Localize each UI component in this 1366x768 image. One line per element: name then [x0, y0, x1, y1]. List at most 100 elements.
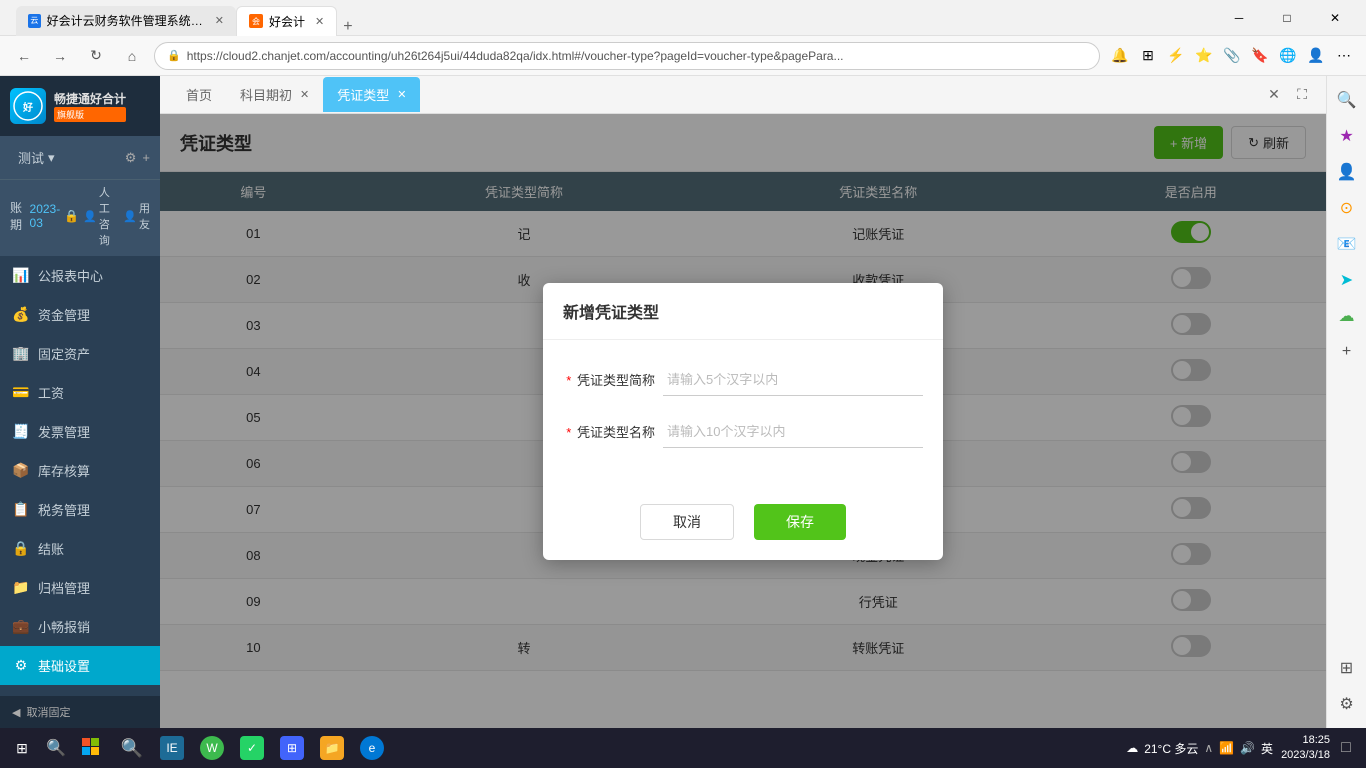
sidebar-label-expense: 小畅报销 [38, 617, 90, 636]
sidebar-item-tax[interactable]: 📋 税务管理 [0, 490, 160, 529]
taskbar-search-button[interactable]: 🔍 [40, 732, 72, 764]
support-button[interactable]: 👤 人工咨询 [83, 184, 117, 248]
close-button[interactable]: ✕ [1312, 3, 1358, 33]
page-tab-nav: 首页 科目期初 ✕ 凭证类型 ✕ ✕ ⛶ [160, 76, 1326, 114]
modal-footer: 取消 保存 [543, 492, 943, 560]
start-button[interactable]: ⊞ [4, 730, 40, 766]
home-button[interactable]: ⌂ [118, 42, 146, 70]
right-search-icon[interactable]: 🔍 [1331, 84, 1363, 116]
maximize-button[interactable]: □ [1264, 3, 1310, 33]
period-lock-icon: 🔒 [64, 209, 79, 223]
new-tab-button[interactable]: + [343, 18, 352, 36]
ext-icon-2[interactable]: ⊞ [1136, 44, 1160, 68]
taskbar-item-6[interactable]: ⊞ [274, 730, 310, 766]
forward-button[interactable]: → [46, 42, 74, 70]
form-row-abbr: * 凭证类型简称 [563, 364, 923, 396]
sidebar-item-invoice[interactable]: 🧾 发票管理 [0, 412, 160, 451]
ext-icon-1[interactable]: 🔔 [1108, 44, 1132, 68]
top-bar-user-actions: 👤 人工咨询 👤 用友 [83, 184, 150, 248]
sidebar-label-salary: 工资 [38, 383, 64, 402]
logo-badge: 旗舰版 [54, 107, 126, 122]
refresh-button[interactable]: ↻ [82, 42, 110, 70]
address-bar[interactable]: 🔒 https://cloud2.chanjet.com/accounting/… [154, 42, 1100, 70]
ext-icon-6[interactable]: 🔖 [1248, 44, 1272, 68]
taskbar-item-7[interactable]: 📁 [314, 730, 350, 766]
sidebar-item-archive[interactable]: 📁 归档管理 [0, 568, 160, 607]
ext-icon-3[interactable]: ⚡ [1164, 44, 1188, 68]
right-plus-icon[interactable]: + [1331, 336, 1363, 368]
modal-body: * 凭证类型简称 * 凭证类型名称 [543, 340, 943, 492]
user-avatar[interactable]: 👤 [1304, 44, 1328, 68]
sidebar-label-settings: 基础设置 [38, 656, 90, 675]
workspace-selector[interactable]: 测试 ▾ [10, 144, 63, 171]
tab-subject-close[interactable]: ✕ [300, 88, 309, 101]
notification-button[interactable]: □ [1330, 732, 1362, 764]
app-body: 好 畅捷通好合计 旗舰版 测试 ▾ ⚙ + 账期 2023-03 🔒 👤 人工咨… [0, 76, 1366, 728]
name-input[interactable] [663, 416, 923, 448]
ext-icon-5[interactable]: 📎 [1220, 44, 1244, 68]
panel-close-button[interactable]: ✕ [1262, 83, 1286, 107]
taskbar-item-4[interactable]: W [194, 730, 230, 766]
taskbar-item-5[interactable]: ✓ [234, 730, 270, 766]
browser-tab-2[interactable]: 会 好会计 ✕ [236, 6, 337, 36]
right-cloud-icon[interactable]: ☁ [1331, 300, 1363, 332]
sidebar-icon-capital: 💰 [12, 306, 30, 324]
save-button[interactable]: 保存 [754, 504, 846, 540]
tab-home[interactable]: 首页 [172, 77, 226, 112]
sidebar-item-asset[interactable]: 🏢 固定资产 [0, 334, 160, 373]
user-button[interactable]: 👤 用友 [123, 200, 150, 232]
tab-subject[interactable]: 科目期初 ✕ [226, 77, 323, 112]
ext-icon-7[interactable]: 🌐 [1276, 44, 1300, 68]
tab-bar: 云 好会计云财务软件管理系统_会计 ✕ 会 好会计 ✕ + [16, 0, 1208, 36]
clock-time: 18:25 [1281, 733, 1330, 748]
sidebar-collapse-button[interactable]: ◀ 取消固定 [0, 696, 160, 728]
tab-favicon-1: 云 [28, 14, 41, 28]
taskbar-item-1[interactable] [74, 730, 110, 766]
sidebar-item-inventory[interactable]: 📦 库存核算 [0, 451, 160, 490]
more-button[interactable]: ⋯ [1332, 44, 1356, 68]
browser-title-bar: 云 好会计云财务软件管理系统_会计 ✕ 会 好会计 ✕ + ─ □ ✕ [0, 0, 1366, 36]
settings-icon[interactable]: ⚙ [125, 150, 137, 166]
sidebar-item-salary[interactable]: 💳 工资 [0, 373, 160, 412]
back-button[interactable]: ← [10, 42, 38, 70]
weather-icon: ☁ [1126, 741, 1138, 755]
browser-tab-1[interactable]: 云 好会计云财务软件管理系统_会计 ✕ [16, 6, 236, 36]
right-outlook-icon[interactable]: 📧 [1331, 228, 1363, 260]
sidebar-icon-invoice: 🧾 [12, 423, 30, 441]
sidebar-menu: 📊 公报表中心 💰 资金管理 🏢 固定资产 💳 工资 🧾 发票管理 📦 库存核算… [0, 256, 160, 696]
tab-voucher[interactable]: 凭证类型 ✕ [323, 77, 420, 112]
abbr-input[interactable] [663, 364, 923, 396]
sidebar-item-close[interactable]: 🔒 结账 [0, 529, 160, 568]
collapse-label: 取消固定 [26, 704, 70, 720]
right-user-icon[interactable]: 👤 [1331, 156, 1363, 188]
right-arrow-icon[interactable]: ➤ [1331, 264, 1363, 296]
modal-header: 新增凭证类型 [543, 283, 943, 340]
right-settings-icon[interactable]: ⚙ [1331, 688, 1363, 720]
form-row-name: * 凭证类型名称 [563, 416, 923, 448]
systray-chevron[interactable]: ∧ [1204, 741, 1213, 755]
tab-close-2[interactable]: ✕ [315, 15, 324, 28]
sidebar-item-settings[interactable]: ⚙ 基础设置 [0, 646, 160, 685]
logo-text-container: 畅捷通好合计 旗舰版 [54, 90, 126, 122]
taskbar-item-3[interactable]: IE [154, 730, 190, 766]
right-circle-icon[interactable]: ⊙ [1331, 192, 1363, 224]
sidebar-item-expense[interactable]: 💼 小畅报销 [0, 607, 160, 646]
taskbar-item-8[interactable]: e [354, 730, 390, 766]
add-icon[interactable]: + [142, 150, 150, 165]
minimize-button[interactable]: ─ [1216, 3, 1262, 33]
right-grid-icon[interactable]: ⊞ [1331, 652, 1363, 684]
panel-expand-button[interactable]: ⛶ [1290, 83, 1314, 107]
sidebar-icon-tax: 📋 [12, 501, 30, 519]
ext-icon-4[interactable]: ⭐ [1192, 44, 1216, 68]
tab-close-1[interactable]: ✕ [215, 14, 224, 27]
taskbar-item-2[interactable]: 🔍 [114, 730, 150, 766]
tab-voucher-close[interactable]: ✕ [397, 88, 406, 101]
volume-icon: 🔊 [1240, 741, 1255, 755]
sidebar-item-announcement[interactable]: 📊 公报表中心 [0, 256, 160, 295]
panel-controls: ✕ ⛶ [1262, 83, 1314, 107]
weather-text: 21°C 多云 [1144, 740, 1198, 757]
cancel-button[interactable]: 取消 [640, 504, 734, 540]
sidebar-item-capital[interactable]: 💰 资金管理 [0, 295, 160, 334]
sidebar-item-guide[interactable]: 📖 新手引导 [0, 685, 160, 696]
right-star-icon[interactable]: ★ [1331, 120, 1363, 152]
